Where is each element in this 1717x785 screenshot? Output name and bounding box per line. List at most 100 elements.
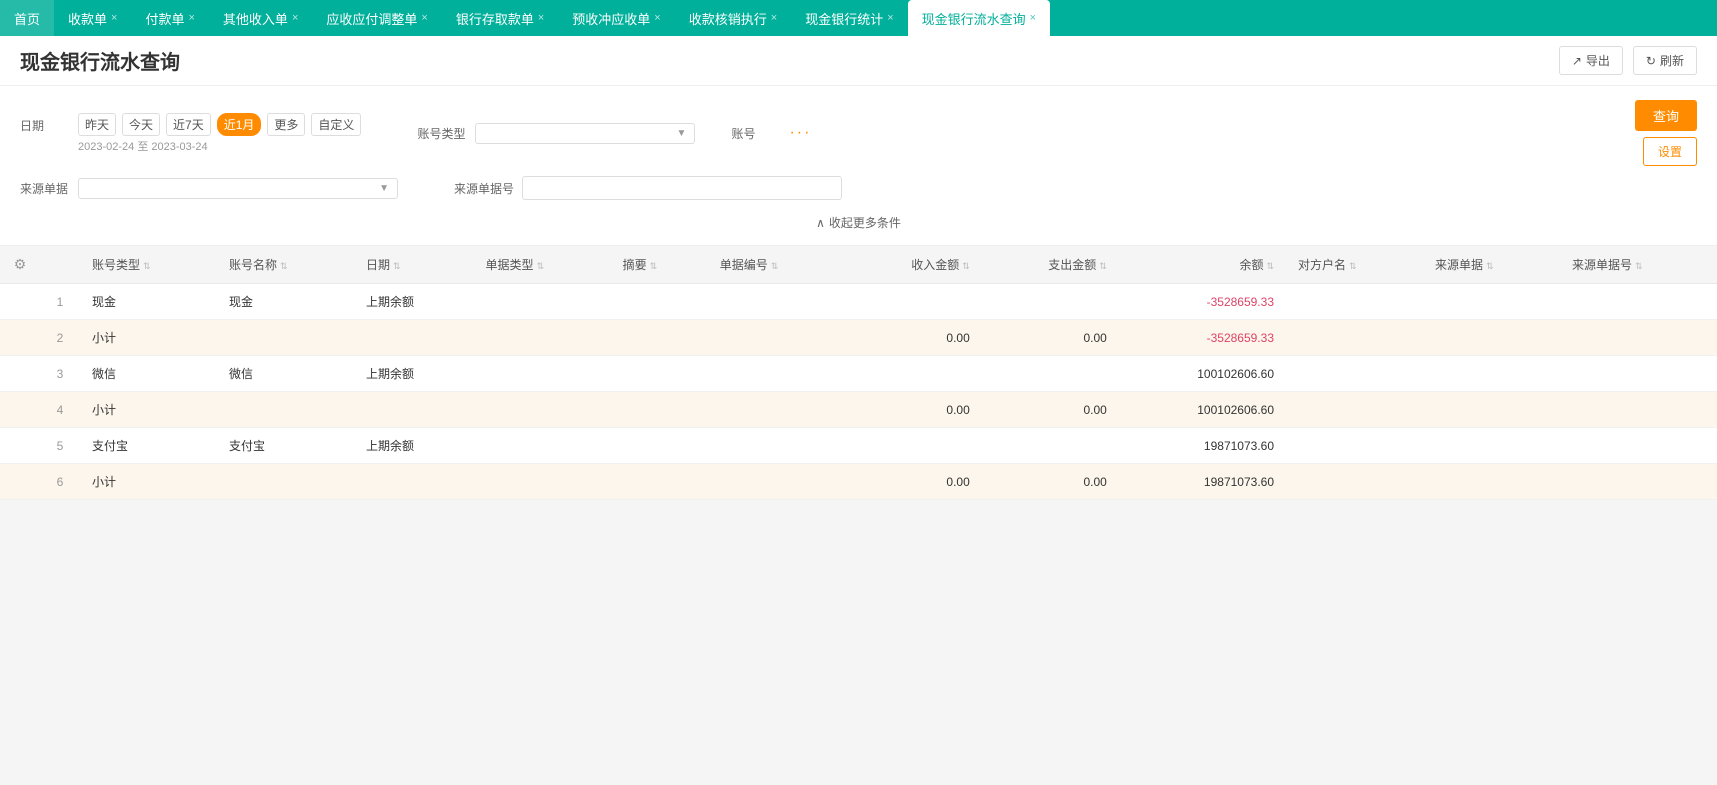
nav-cash-bank-stats[interactable]: 现金银行统计 × <box>791 0 907 36</box>
table-cell-counterparty <box>1286 392 1423 428</box>
close-receipts-icon[interactable]: × <box>111 12 117 24</box>
table-header-summary[interactable]: 摘要⇅ <box>611 246 708 284</box>
date-7days[interactable]: 近7天 <box>166 113 211 136</box>
table-cell-account-name <box>217 392 354 428</box>
sort-income-icon: ⇅ <box>962 261 970 271</box>
nav-ar-ap-adjust[interactable]: 应收应付调整单 × <box>312 0 441 36</box>
table-cell-gear <box>0 464 40 500</box>
collapse-bar[interactable]: ∧ 收起更多条件 <box>20 210 1697 237</box>
table-header-account-name[interactable]: 账号名称⇅ <box>217 246 354 284</box>
query-button[interactable]: 查询 <box>1635 100 1697 131</box>
table-cell-date <box>354 392 474 428</box>
nav-cash-bank-flow[interactable]: 现金银行流水查询 × <box>908 0 1050 36</box>
sort-account-name-icon: ⇅ <box>280 261 288 271</box>
table-cell-doc-no <box>708 392 845 428</box>
table-header-doc-no[interactable]: 单据编号⇅ <box>708 246 845 284</box>
table-cell-gear <box>0 356 40 392</box>
settings-button[interactable]: 设置 <box>1643 137 1697 166</box>
table-header-row-num <box>40 246 80 284</box>
close-receipt-verify-icon[interactable]: × <box>771 12 777 24</box>
close-cash-bank-flow-icon[interactable]: × <box>1030 12 1036 24</box>
sort-counterparty-icon: ⇅ <box>1349 261 1357 271</box>
table-cell-source-doc <box>1423 320 1560 356</box>
account-label: 账号 <box>731 125 781 142</box>
table-cell-row-num: 3 <box>40 356 80 392</box>
date-yesterday[interactable]: 昨天 <box>78 113 116 136</box>
table-cell-source-doc <box>1423 284 1560 320</box>
table-cell-summary <box>611 356 708 392</box>
table-header-counterparty[interactable]: 对方户名⇅ <box>1286 246 1423 284</box>
filter-area: 日期 昨天 今天 近7天 近1月 更多 自定义 2023-02-24 至 202… <box>0 86 1717 246</box>
sort-balance-icon: ⇅ <box>1266 261 1274 271</box>
table-cell-income: 0.00 <box>845 464 982 500</box>
table-cell-summary <box>611 464 708 500</box>
date-1month[interactable]: 近1月 <box>217 113 262 136</box>
nav-advance-offset[interactable]: 预收冲应收单 × <box>558 0 674 36</box>
nav-bank-deposit[interactable]: 银行存取款单 × <box>442 0 558 36</box>
table-cell-balance: 100102606.60 <box>1119 392 1286 428</box>
table-cell-account-name <box>217 464 354 500</box>
sort-date-icon: ⇅ <box>393 261 401 271</box>
sort-expense-icon: ⇅ <box>1099 261 1107 271</box>
nav-home[interactable]: 首页 <box>0 0 54 36</box>
table-cell-account-type: 小计 <box>80 320 217 356</box>
sort-source-doc-icon: ⇅ <box>1486 261 1494 271</box>
table-cell-balance: 100102606.60 <box>1119 356 1286 392</box>
table-header-account-type[interactable]: 账号类型⇅ <box>80 246 217 284</box>
table-header-gear: ⚙ <box>0 246 40 284</box>
close-cash-bank-stats-icon[interactable]: × <box>887 12 893 24</box>
table-header-source-doc-no[interactable]: 来源单据号⇅ <box>1560 246 1717 284</box>
nav-payments[interactable]: 付款单 × <box>131 0 208 36</box>
source-doc-no-input[interactable] <box>522 176 842 200</box>
table-cell-counterparty <box>1286 356 1423 392</box>
table-cell-account-type: 微信 <box>80 356 217 392</box>
sort-account-type-icon: ⇅ <box>143 261 151 271</box>
table-cell-date <box>354 464 474 500</box>
table-row: 4 小计 0.00 0.00 100102606.60 <box>0 392 1717 428</box>
nav-receipt-verify[interactable]: 收款核销执行 × <box>675 0 791 36</box>
close-bank-deposit-icon[interactable]: × <box>538 12 544 24</box>
gear-icon[interactable]: ⚙ <box>14 256 27 272</box>
table-cell-gear <box>0 428 40 464</box>
table-cell-account-name: 现金 <box>217 284 354 320</box>
sort-summary-icon: ⇅ <box>650 261 658 271</box>
table-header-balance[interactable]: 余额⇅ <box>1119 246 1286 284</box>
page-title: 现金银行流水查询 <box>20 46 180 75</box>
top-nav: 首页 收款单 × 付款单 × 其他收入单 × 应收应付调整单 × 银行存取款单 … <box>0 0 1717 36</box>
refresh-button[interactable]: ↻ 刷新 <box>1633 46 1697 75</box>
table-cell-doc-no <box>708 428 845 464</box>
data-table: ⚙ 账号类型⇅ 账号名称⇅ 日期⇅ 单据类型⇅ 摘要⇅ <box>0 246 1717 500</box>
table-header-expense[interactable]: 支出金额⇅ <box>982 246 1119 284</box>
table-cell-balance: 19871073.60 <box>1119 428 1286 464</box>
table-header-income[interactable]: 收入金额⇅ <box>845 246 982 284</box>
table-cell-expense: 0.00 <box>982 392 1119 428</box>
table-cell-source-doc <box>1423 356 1560 392</box>
table-header-date[interactable]: 日期⇅ <box>354 246 474 284</box>
close-advance-offset-icon[interactable]: × <box>654 12 660 24</box>
date-shortcuts: 昨天 今天 近7天 近1月 更多 自定义 <box>78 113 361 136</box>
close-payments-icon[interactable]: × <box>188 12 194 24</box>
export-button[interactable]: ↗ 导出 <box>1559 46 1623 75</box>
table-cell-summary <box>611 428 708 464</box>
table-header-doc-type[interactable]: 单据类型⇅ <box>474 246 611 284</box>
date-today[interactable]: 今天 <box>122 113 160 136</box>
table-cell-account-type: 小计 <box>80 392 217 428</box>
nav-other-income[interactable]: 其他收入单 × <box>209 0 312 36</box>
account-dots-button[interactable]: ··· <box>789 124 811 142</box>
account-type-select[interactable]: ▼ <box>475 123 695 144</box>
close-ar-ap-adjust-icon[interactable]: × <box>421 12 427 24</box>
table-cell-source-doc-no <box>1560 356 1717 392</box>
table-header-row: ⚙ 账号类型⇅ 账号名称⇅ 日期⇅ 单据类型⇅ 摘要⇅ <box>0 246 1717 284</box>
account-type-label: 账号类型 <box>417 125 467 142</box>
nav-receipts[interactable]: 收款单 × <box>54 0 131 36</box>
date-more[interactable]: 更多 <box>267 113 305 136</box>
source-doc-select[interactable]: ▼ <box>78 178 398 199</box>
date-custom[interactable]: 自定义 <box>311 113 361 136</box>
table-cell-expense <box>982 428 1119 464</box>
table-cell-income <box>845 284 982 320</box>
close-other-income-icon[interactable]: × <box>292 12 298 24</box>
source-doc-label: 来源单据 <box>20 180 70 197</box>
sort-doc-type-icon: ⇅ <box>537 261 545 271</box>
table-header-source-doc[interactable]: 来源单据⇅ <box>1423 246 1560 284</box>
table-cell-doc-type <box>474 320 611 356</box>
